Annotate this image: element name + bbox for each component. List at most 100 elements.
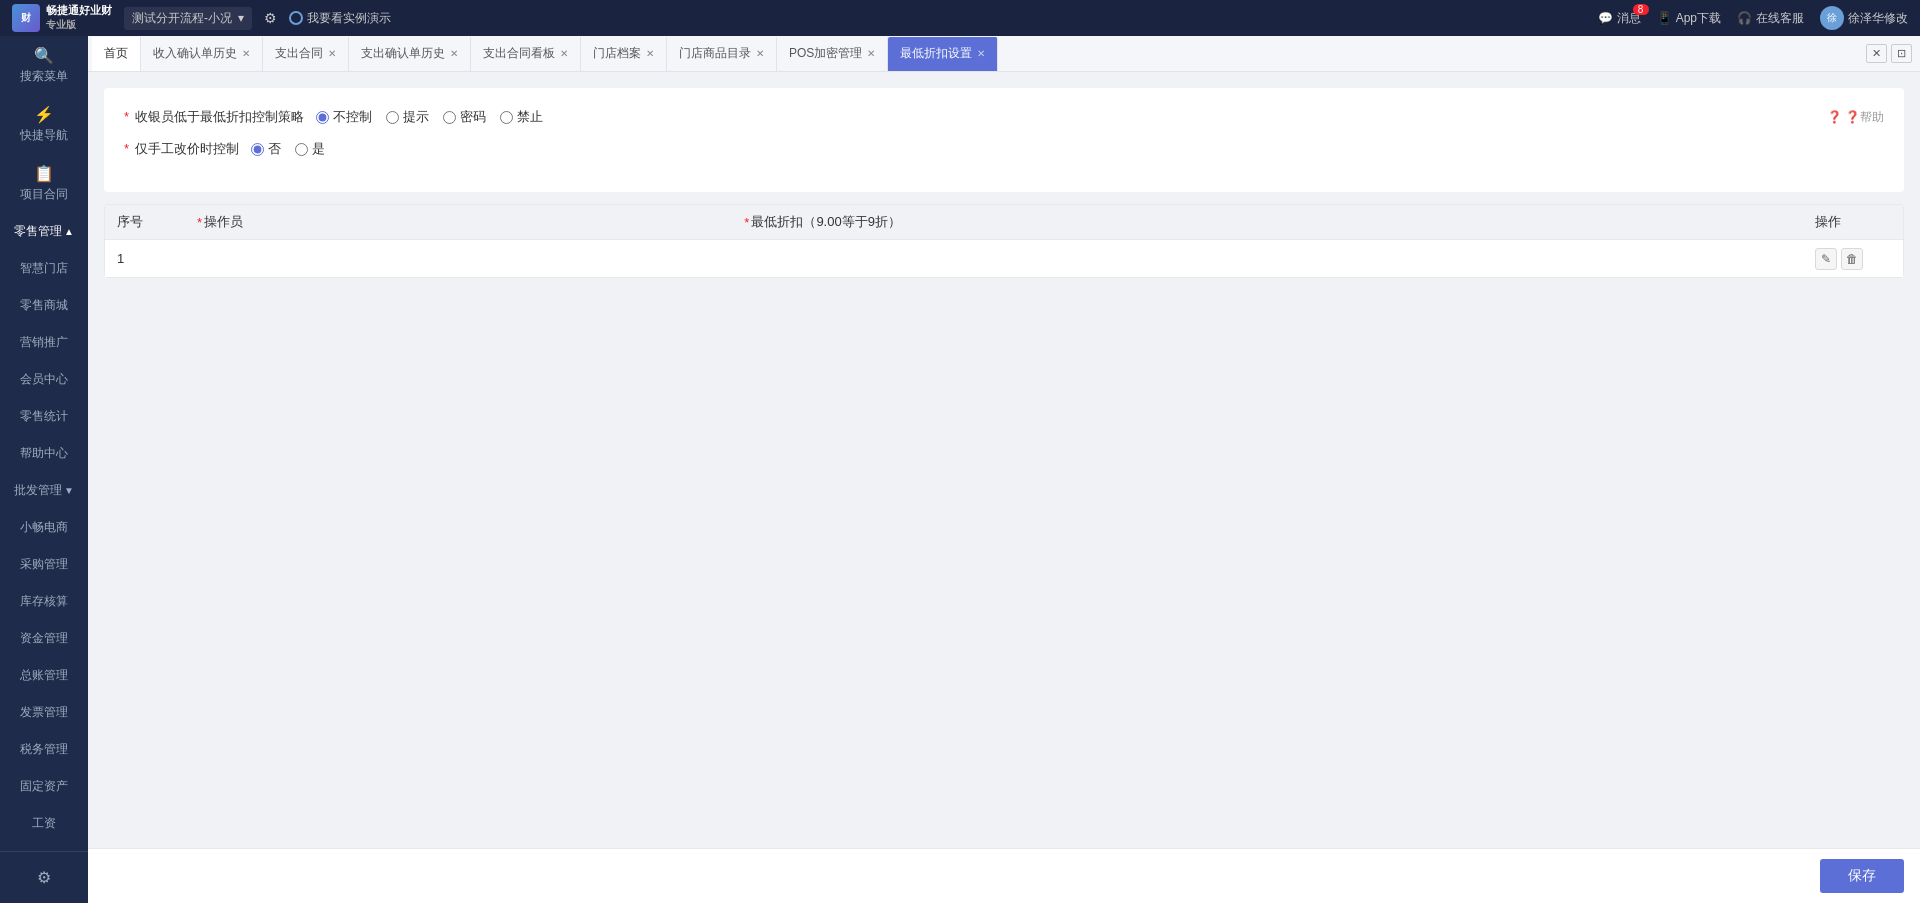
- radio-password-label: 密码: [460, 108, 486, 126]
- radio-forbidden-input[interactable]: [500, 111, 513, 124]
- sidebar-item-search[interactable]: 🔍 搜索菜单: [0, 36, 88, 95]
- customer-service-button[interactable]: 🎧 在线客服: [1737, 10, 1804, 27]
- discount-required: *: [744, 215, 749, 230]
- delete-button-1[interactable]: 🗑: [1841, 248, 1863, 270]
- app-download-label: App下载: [1676, 10, 1721, 27]
- radio-forbidden[interactable]: 禁止: [500, 108, 543, 126]
- table-row: 1 ✎ 🗑: [104, 240, 1904, 278]
- edit-button-1[interactable]: ✎: [1815, 248, 1837, 270]
- search-icon: 🔍: [34, 46, 54, 65]
- retail-label: 零售管理: [14, 223, 62, 240]
- sidebar-item-retail-stat[interactable]: 零售统计: [0, 398, 88, 435]
- tab-min-discount[interactable]: 最低折扣设置 ✕: [888, 37, 998, 71]
- tab-pos-password-label: POS加密管理: [789, 45, 862, 62]
- user-profile-button[interactable]: 徐 徐泽华修改: [1820, 6, 1908, 30]
- sidebar-settings-icon[interactable]: ⚙: [0, 860, 88, 895]
- radio-yes-input[interactable]: [295, 143, 308, 156]
- sidebar-label-invoice: 发票管理: [20, 704, 68, 721]
- page-footer: 保存: [88, 848, 1920, 903]
- sidebar-item-invoice[interactable]: 发票管理: [0, 694, 88, 731]
- radio-no-control-input[interactable]: [316, 111, 329, 124]
- radio-password[interactable]: 密码: [443, 108, 486, 126]
- main-layout: 🔍 搜索菜单 ⚡ 快捷导航 📋 项目合同 零售管理 ▲ 智慧门店 零售商城 营销…: [0, 36, 1920, 903]
- tab-payment-confirm-close[interactable]: ✕: [450, 48, 458, 59]
- sidebar-item-shortcut[interactable]: ⚡ 快捷导航: [0, 95, 88, 154]
- sidebar-item-member[interactable]: 会员中心: [0, 361, 88, 398]
- tab-pos-password-close[interactable]: ✕: [867, 48, 875, 59]
- tab-payment-board[interactable]: 支出合同看板 ✕: [471, 37, 581, 71]
- tab-income-confirm[interactable]: 收入确认单历史 ✕: [141, 37, 263, 71]
- tab-payment-contract-close[interactable]: ✕: [328, 48, 336, 59]
- cashier-policy-row: * 收银员低于最低折扣控制策略 不控制 提示: [124, 108, 1884, 126]
- sidebar-item-purchase[interactable]: 采购管理: [0, 546, 88, 583]
- radio-no[interactable]: 否: [251, 140, 281, 158]
- tab-min-discount-label: 最低折扣设置: [900, 45, 972, 62]
- th-operator: * 操作员: [185, 213, 732, 231]
- project-selector[interactable]: 测试分开流程-小况 ▾: [124, 7, 252, 30]
- save-button[interactable]: 保存: [1820, 859, 1904, 893]
- tab-payment-contract[interactable]: 支出合同 ✕: [263, 37, 349, 71]
- tab-store-catalog-close[interactable]: ✕: [756, 48, 764, 59]
- tab-payment-board-close[interactable]: ✕: [560, 48, 568, 59]
- sidebar-label-member: 会员中心: [20, 371, 68, 388]
- tab-bar-actions: ✕ ⊡: [1866, 44, 1916, 63]
- tab-payment-confirm-label: 支出确认单历史: [361, 45, 445, 62]
- message-button[interactable]: 💬 消息 8: [1598, 10, 1641, 27]
- th-min-discount: * 最低折扣（9.00等于9折）: [732, 213, 1803, 231]
- tab-store-catalog[interactable]: 门店商品目录 ✕: [667, 37, 777, 71]
- sidebar-label-ecommerce: 小畅电商: [20, 519, 68, 536]
- radio-no-input[interactable]: [251, 143, 264, 156]
- content-area: 首页 收入确认单历史 ✕ 支出合同 ✕ 支出确认单历史 ✕ 支出合同看板 ✕ 门…: [88, 36, 1920, 903]
- tab-close-current-button[interactable]: ✕: [1866, 44, 1887, 63]
- radio-no-control-label: 不控制: [333, 108, 372, 126]
- app-edition: 专业版: [46, 18, 112, 32]
- tab-store-archive[interactable]: 门店档案 ✕: [581, 37, 667, 71]
- radio-remind[interactable]: 提示: [386, 108, 429, 126]
- app-download-button[interactable]: 📱 App下载: [1657, 10, 1721, 27]
- radio-no-control[interactable]: 不控制: [316, 108, 372, 126]
- tab-store-archive-label: 门店档案: [593, 45, 641, 62]
- tab-home-label: 首页: [104, 45, 128, 62]
- help-link[interactable]: ❓ ❓帮助: [1827, 109, 1884, 126]
- retail-arrow-icon: ▲: [64, 226, 74, 237]
- sidebar-item-assets[interactable]: 固定资产: [0, 768, 88, 805]
- tab-home[interactable]: 首页: [92, 37, 141, 71]
- sidebar-item-help[interactable]: 帮助中心: [0, 435, 88, 472]
- sidebar-item-smart-store[interactable]: 智慧门店: [0, 250, 88, 287]
- settings-icon[interactable]: ⚙: [264, 10, 277, 26]
- sidebar-item-wholesale[interactable]: 批发管理 ▼: [0, 472, 88, 509]
- sidebar-item-retail-mall[interactable]: 零售商城: [0, 287, 88, 324]
- radio-password-input[interactable]: [443, 111, 456, 124]
- sidebar-item-inventory[interactable]: 库存核算: [0, 583, 88, 620]
- discount-table: 序号 * 操作员 * 最低折扣（9.00等于9折） 操作: [104, 204, 1904, 278]
- sidebar-item-ledger[interactable]: 总账管理: [0, 657, 88, 694]
- tab-income-confirm-label: 收入确认单历史: [153, 45, 237, 62]
- sidebar-item-tax[interactable]: 税务管理: [0, 731, 88, 768]
- tab-min-discount-close[interactable]: ✕: [977, 48, 985, 59]
- cashier-policy-label: * 收银员低于最低折扣控制策略: [124, 108, 304, 126]
- sidebar-item-ecommerce[interactable]: 小畅电商: [0, 509, 88, 546]
- sidebar-item-project[interactable]: 📋 项目合同: [0, 154, 88, 213]
- sidebar-bottom: ⚙: [0, 851, 88, 903]
- tab-pos-password[interactable]: POS加密管理 ✕: [777, 37, 888, 71]
- form-card: * 收银员低于最低折扣控制策略 不控制 提示: [104, 88, 1904, 192]
- tab-income-confirm-close[interactable]: ✕: [242, 48, 250, 59]
- radio-yes[interactable]: 是: [295, 140, 325, 158]
- sidebar-label-retail-mall: 零售商城: [20, 297, 68, 314]
- logo-icon: 财: [12, 4, 40, 32]
- sidebar-item-payroll[interactable]: 工资: [0, 805, 88, 842]
- demo-link[interactable]: 我要看实例演示: [289, 10, 391, 27]
- sidebar-item-retail[interactable]: 零售管理 ▲: [0, 213, 88, 250]
- sidebar-item-finance[interactable]: 资金管理: [0, 620, 88, 657]
- shortcut-icon: ⚡: [34, 105, 54, 124]
- manual-price-radio-group: 否 是: [251, 140, 325, 158]
- tab-store-archive-close[interactable]: ✕: [646, 48, 654, 59]
- customer-service-label: 在线客服: [1756, 10, 1804, 27]
- tab-maximize-button[interactable]: ⊡: [1891, 44, 1912, 63]
- radio-remind-input[interactable]: [386, 111, 399, 124]
- sidebar-item-marketing[interactable]: 营销推广: [0, 324, 88, 361]
- tab-payment-confirm[interactable]: 支出确认单历史 ✕: [349, 37, 471, 71]
- required-mark-2: *: [124, 141, 129, 156]
- page-content: * 收银员低于最低折扣控制策略 不控制 提示: [88, 72, 1920, 848]
- top-bar: 财 畅捷通好业财 专业版 测试分开流程-小况 ▾ ⚙ 我要看实例演示 💬 消息 …: [0, 0, 1920, 36]
